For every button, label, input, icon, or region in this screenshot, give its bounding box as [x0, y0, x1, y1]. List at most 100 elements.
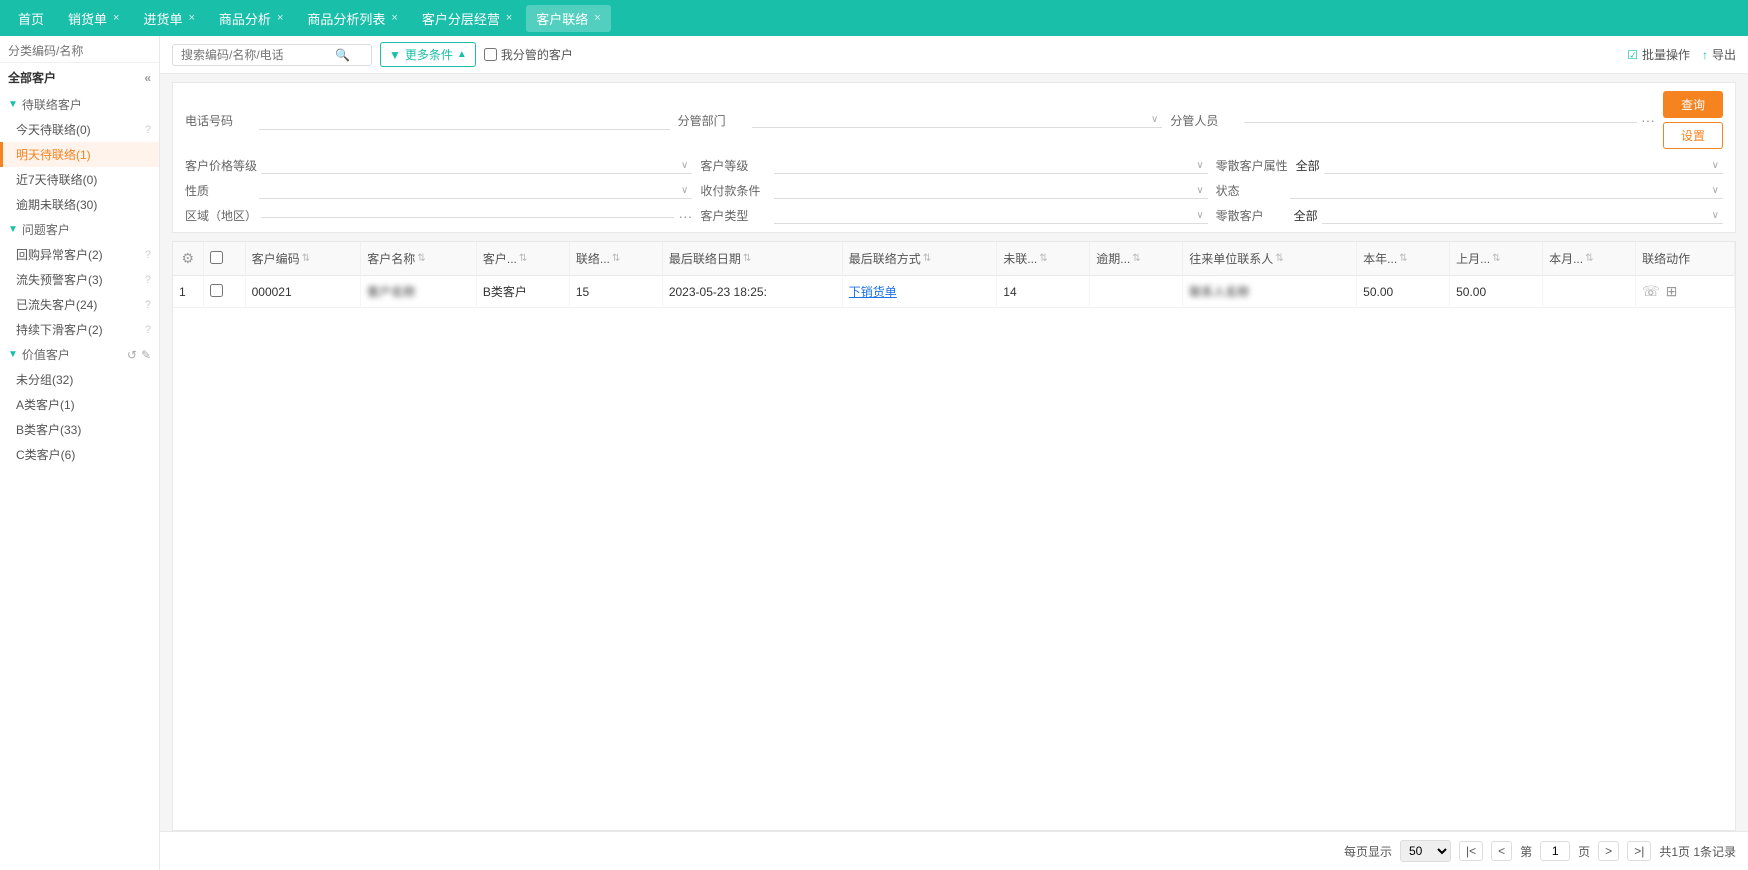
nav-sales-order[interactable]: 销货单 × [58, 5, 129, 32]
phone-input[interactable] [259, 111, 670, 130]
group-value-customers[interactable]: ▼ 价值客户 ↺ ✎ [0, 342, 159, 367]
th-code: 客户编码 ⇅ [245, 242, 361, 276]
export-icon: ↑ [1702, 48, 1708, 62]
close-customer-segmentation[interactable]: × [506, 12, 512, 24]
sidebar-search-area: 🔍 [0, 36, 159, 63]
close-product-analysis-list[interactable]: × [391, 12, 397, 24]
sidebar-item-ungrouped[interactable]: 未分组(32) [0, 367, 159, 392]
group-pending-contact[interactable]: ▼ 待联络客户 [0, 92, 159, 117]
sort-unit-contact-icon[interactable]: ⇅ [1275, 253, 1283, 264]
sort-name-icon[interactable]: ⇅ [417, 253, 425, 264]
th-this-month: 本月... ⇅ [1543, 242, 1636, 276]
page-number-input[interactable] [1540, 841, 1570, 861]
th-checkbox [203, 242, 245, 276]
nav-purchase-order[interactable]: 进货单 × [133, 5, 204, 32]
prev-page-button[interactable]: < [1491, 841, 1512, 861]
sidebar-item-today-pending[interactable]: 今天待联络(0) ? [0, 117, 159, 142]
close-sales-order[interactable]: × [113, 12, 119, 24]
close-customer-contact[interactable]: × [594, 12, 600, 24]
query-button[interactable]: 查询 [1663, 91, 1723, 118]
cell-overdue [1090, 276, 1183, 308]
nav-product-analysis-list[interactable]: 商品分析列表 × [297, 5, 407, 32]
filter-cell-region: 区域（地区） ··· [185, 207, 692, 224]
filter-row-1: 电话号码 分管部门 ∨ 分管人员 ··· 查询 设置 [185, 91, 1723, 149]
sidebar-item-a-class[interactable]: A类客户(1) [0, 392, 159, 417]
sort-code-icon[interactable]: ⇅ [302, 253, 310, 264]
first-page-button[interactable]: |< [1459, 841, 1483, 861]
my-customers-checkbox[interactable] [484, 48, 497, 61]
status-chevron-icon: ∨ [1712, 185, 1719, 196]
retail-attr-select[interactable]: ∨ [1324, 158, 1723, 174]
customer-level-select[interactable]: ∨ [774, 158, 1207, 174]
sort-this-month-icon[interactable]: ⇅ [1585, 253, 1593, 264]
sidebar-item-churned[interactable]: 已流失客户(24) ? [0, 292, 159, 317]
my-customers-checkbox-label[interactable]: 我分管的客户 [484, 46, 573, 63]
sort-overdue-icon[interactable]: ⇅ [1132, 253, 1140, 264]
retail-attr-chevron-icon: ∨ [1712, 160, 1719, 171]
sort-type-icon[interactable]: ⇅ [519, 253, 527, 264]
all-customers-header[interactable]: 全部客户 « [0, 63, 159, 92]
nav-home[interactable]: 首页 [8, 5, 54, 32]
edit-icon[interactable]: ✎ [141, 348, 151, 362]
last-page-button[interactable]: >| [1627, 841, 1651, 861]
help-icon-3: ? [145, 274, 151, 286]
main-layout: 🔍 全部客户 « ▼ 待联络客户 今天待联络(0) ? 明天待联络(1) 近7天… [0, 36, 1748, 870]
filter-cell-dept: 分管部门 ∨ [678, 112, 1163, 129]
last-method-link[interactable]: 下销货单 [849, 285, 897, 299]
sort-this-year-icon[interactable]: ⇅ [1399, 253, 1407, 264]
select-all-checkbox[interactable] [210, 251, 223, 264]
close-product-analysis[interactable]: × [277, 12, 283, 24]
content-area: 🔍 ▼ 更多条件 ▲ 我分管的客户 ☑ 批量操作 ↑ 导出 [160, 36, 1748, 870]
help-icon-4: ? [145, 299, 151, 311]
manager-dots-btn[interactable]: ··· [1641, 112, 1655, 128]
sidebar-item-abnormal-repurchase[interactable]: 回购异常客户(2) ? [0, 242, 159, 267]
nav-product-analysis[interactable]: 商品分析 × [209, 5, 293, 32]
set-button[interactable]: 设置 [1663, 122, 1723, 149]
search-input[interactable] [181, 48, 331, 62]
sidebar-search-input[interactable] [8, 44, 160, 58]
filter-cell-nature: 性质 ∨ [185, 182, 692, 199]
nav-customer-segmentation[interactable]: 客户分层经营 × [412, 5, 522, 32]
sort-last-date-icon[interactable]: ⇅ [743, 253, 751, 264]
customer-type-select[interactable]: ∨ [774, 208, 1207, 224]
sidebar-item-overdue-contact[interactable]: 逾期未联络(30) [0, 192, 159, 217]
sort-contacts-icon[interactable]: ⇅ [612, 253, 620, 264]
gear-icon[interactable]: ⚙ [181, 250, 194, 266]
search-icon[interactable]: 🔍 [335, 48, 350, 62]
close-purchase-order[interactable]: × [188, 12, 194, 24]
batch-ops-button[interactable]: ☑ 批量操作 [1627, 46, 1690, 63]
more-conditions-button[interactable]: ▼ 更多条件 ▲ [380, 42, 476, 67]
triangle-icon-3: ▼ [8, 349, 18, 360]
retail-customer-select[interactable]: ∨ [1322, 208, 1723, 224]
payment-terms-select[interactable]: ∨ [774, 183, 1207, 199]
th-settings: ⚙ [173, 242, 203, 276]
sidebar-item-tomorrow-pending[interactable]: 明天待联络(1) [0, 142, 159, 167]
dept-select[interactable]: ∨ [752, 112, 1163, 128]
cell-index: 1 [173, 276, 203, 308]
group-problem-customers[interactable]: ▼ 问题客户 [0, 217, 159, 242]
th-unit-contact: 往来单位联系人 ⇅ [1183, 242, 1357, 276]
sidebar-item-c-class[interactable]: C类客户(6) [0, 442, 159, 467]
nature-select[interactable]: ∨ [259, 183, 692, 199]
nav-customer-contact[interactable]: 客户联络 × [526, 5, 610, 32]
region-dots-btn[interactable]: ··· [678, 208, 692, 224]
phone-action-icon[interactable]: ☏ [1642, 283, 1660, 300]
sidebar-item-churn-warning[interactable]: 流失预警客户(3) ? [0, 267, 159, 292]
per-page-select[interactable]: 50 100 200 [1400, 840, 1451, 862]
filter-cell-retail-attr: 零散客户属性 全部 ∨ [1216, 157, 1723, 174]
price-level-select[interactable]: ∨ [261, 158, 692, 174]
sort-last-method-icon[interactable]: ⇅ [923, 253, 931, 264]
sort-last-month-icon[interactable]: ⇅ [1492, 253, 1500, 264]
row-checkbox[interactable] [210, 284, 223, 297]
export-button[interactable]: ↑ 导出 [1702, 46, 1736, 63]
next-page-button[interactable]: > [1598, 841, 1619, 861]
grid-action-icon[interactable]: ⊞ [1666, 283, 1678, 300]
status-select[interactable]: ∨ [1290, 183, 1723, 199]
sort-no-contact-icon[interactable]: ⇅ [1039, 253, 1047, 264]
refresh-icon[interactable]: ↺ [127, 348, 137, 362]
toolbar: 🔍 ▼ 更多条件 ▲ 我分管的客户 ☑ 批量操作 ↑ 导出 [160, 36, 1748, 74]
th-last-date: 最后联络日期 ⇅ [662, 242, 842, 276]
sidebar-item-declining[interactable]: 持续下滑客户(2) ? [0, 317, 159, 342]
sidebar-item-7days-pending[interactable]: 近7天待联络(0) [0, 167, 159, 192]
sidebar-item-b-class[interactable]: B类客户(33) [0, 417, 159, 442]
